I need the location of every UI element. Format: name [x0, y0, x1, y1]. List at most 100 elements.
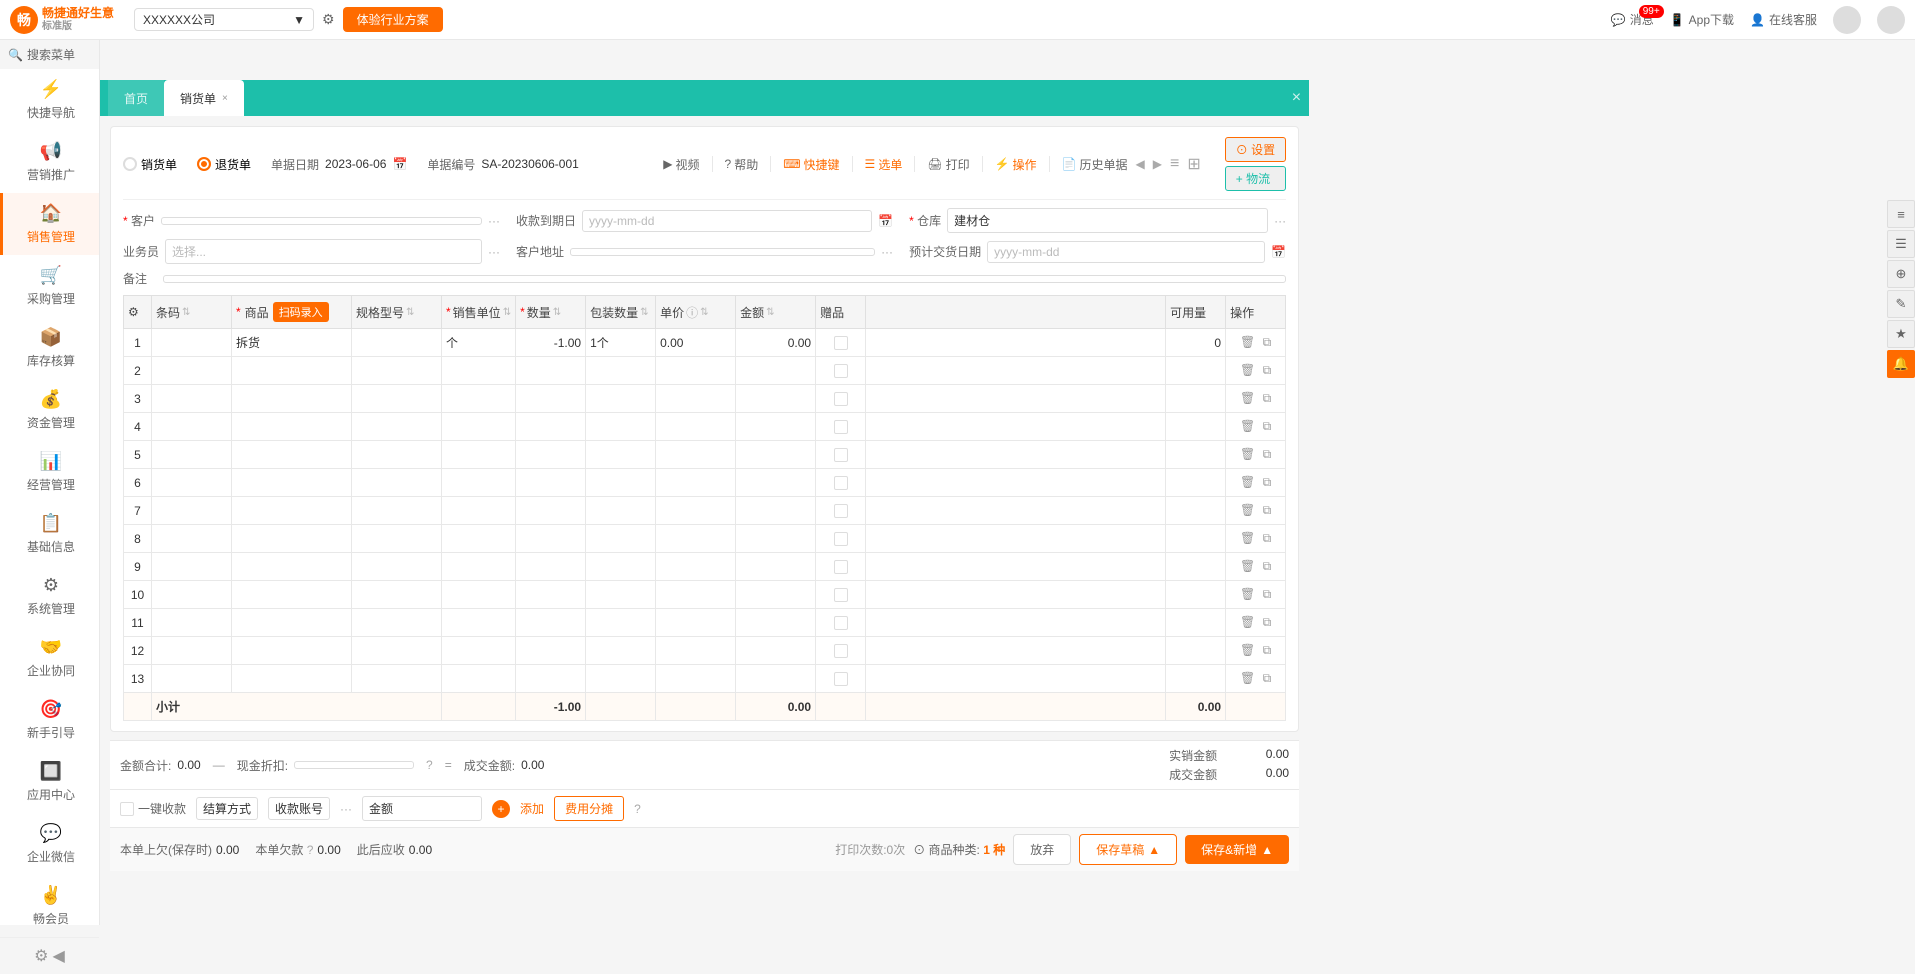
- row-spec[interactable]: [352, 665, 442, 693]
- sidebar-settings-icon[interactable]: ⚙: [34, 946, 48, 966]
- row-unit[interactable]: [442, 413, 516, 441]
- delete-icon[interactable]: 🗑: [1240, 475, 1255, 489]
- gift-checkbox[interactable]: [834, 588, 848, 602]
- print-btn[interactable]: 🖨 打印: [927, 156, 969, 173]
- row-unit[interactable]: [442, 469, 516, 497]
- unit-sort-icon[interactable]: ⇅: [503, 307, 511, 318]
- rp-btn-2[interactable]: ☰: [1887, 230, 1915, 258]
- row-unit[interactable]: [442, 581, 516, 609]
- flow-button[interactable]: + 物流: [1225, 166, 1286, 191]
- discount-input[interactable]: [294, 761, 414, 769]
- rp-btn-1[interactable]: ≡: [1887, 200, 1915, 228]
- row-qty[interactable]: [516, 665, 586, 693]
- sidebar-item-operations[interactable]: 📊 经营管理: [0, 441, 99, 503]
- row-pkg[interactable]: [586, 357, 656, 385]
- row-product[interactable]: [232, 385, 352, 413]
- row-product[interactable]: [232, 497, 352, 525]
- row-product[interactable]: [232, 441, 352, 469]
- tab-home[interactable]: 首页: [108, 80, 164, 116]
- row-amount[interactable]: [736, 553, 816, 581]
- rp-btn-6[interactable]: 🔔: [1887, 350, 1915, 378]
- row-barcode[interactable]: [152, 553, 232, 581]
- expense-split-btn[interactable]: 费用分摊: [554, 796, 624, 821]
- row-pkg[interactable]: [586, 469, 656, 497]
- one-click-pay-checkbox[interactable]: 一键收款: [120, 800, 186, 817]
- row-qty[interactable]: [516, 553, 586, 581]
- row-barcode[interactable]: [152, 385, 232, 413]
- shortcut-btn[interactable]: ⌨ 快捷键: [783, 156, 839, 173]
- gift-checkbox[interactable]: [834, 532, 848, 546]
- row-unit[interactable]: [442, 525, 516, 553]
- row-price[interactable]: [656, 357, 736, 385]
- tab-close-icon[interactable]: ×: [222, 93, 228, 104]
- salesperson-more-icon[interactable]: ···: [488, 245, 500, 259]
- gift-checkbox[interactable]: [834, 672, 848, 686]
- row-gift[interactable]: [816, 385, 866, 413]
- row-unit[interactable]: [442, 441, 516, 469]
- due-date-input[interactable]: yyyy-mm-dd: [582, 210, 872, 232]
- row-product[interactable]: [232, 665, 352, 693]
- price-sort-icon[interactable]: ⇅: [700, 307, 708, 318]
- copy-icon[interactable]: ⧉: [1263, 559, 1272, 573]
- row-gift[interactable]: [816, 469, 866, 497]
- row-pkg[interactable]: [586, 637, 656, 665]
- row-qty[interactable]: [516, 357, 586, 385]
- row-gift[interactable]: [816, 609, 866, 637]
- delete-icon[interactable]: 🗑: [1240, 587, 1255, 601]
- row-pkg[interactable]: [586, 553, 656, 581]
- copy-icon[interactable]: ⧉: [1263, 587, 1272, 601]
- gear-icon[interactable]: ⚙: [322, 11, 335, 28]
- gift-checkbox[interactable]: [834, 644, 848, 658]
- row-gift[interactable]: [816, 329, 866, 357]
- gift-checkbox[interactable]: [834, 336, 848, 350]
- row-gift[interactable]: [816, 357, 866, 385]
- remark-input[interactable]: [163, 275, 1286, 283]
- delete-icon[interactable]: 🗑: [1240, 335, 1255, 349]
- pkg-sort-icon[interactable]: ⇅: [640, 307, 648, 318]
- tab-bar-close-icon[interactable]: ×: [1292, 89, 1301, 107]
- delete-icon[interactable]: 🗑: [1240, 559, 1255, 573]
- copy-icon[interactable]: ⧉: [1263, 615, 1272, 629]
- gift-checkbox[interactable]: [834, 448, 848, 462]
- row-qty[interactable]: [516, 441, 586, 469]
- row-product[interactable]: [232, 553, 352, 581]
- row-pkg[interactable]: [586, 609, 656, 637]
- online-service-btn[interactable]: 👤 在线客服: [1750, 11, 1817, 28]
- rp-btn-4[interactable]: ✎: [1887, 290, 1915, 318]
- row-barcode[interactable]: [152, 469, 232, 497]
- due-date-calendar-icon[interactable]: 📅: [878, 214, 893, 228]
- row-product[interactable]: [232, 413, 352, 441]
- rp-btn-3[interactable]: ⊕: [1887, 260, 1915, 288]
- sidebar-item-basic[interactable]: 📋 基础信息: [0, 503, 99, 565]
- row-spec[interactable]: [352, 441, 442, 469]
- row-gift[interactable]: [816, 497, 866, 525]
- row-gift[interactable]: [816, 637, 866, 665]
- radio-sale[interactable]: 销货单: [123, 156, 177, 173]
- experience-btn[interactable]: 体验行业方案: [343, 7, 443, 32]
- row-spec[interactable]: [352, 525, 442, 553]
- row-pkg[interactable]: 1个: [586, 329, 656, 357]
- nav-prev-icon[interactable]: ◀: [1136, 157, 1145, 171]
- row-pkg[interactable]: [586, 665, 656, 693]
- row-qty[interactable]: [516, 469, 586, 497]
- address-input[interactable]: [570, 248, 875, 256]
- sidebar-collapse-icon[interactable]: ◀: [53, 946, 65, 966]
- discard-btn[interactable]: 放弃: [1013, 834, 1071, 865]
- row-pkg[interactable]: [586, 441, 656, 469]
- row-amount[interactable]: [736, 413, 816, 441]
- row-pkg[interactable]: [586, 497, 656, 525]
- tab-sale-order[interactable]: 销货单 ×: [164, 80, 244, 116]
- row-barcode[interactable]: [152, 609, 232, 637]
- qty-sort-icon[interactable]: ⇅: [553, 307, 561, 318]
- copy-icon[interactable]: ⧉: [1263, 671, 1272, 685]
- total-due-info-icon[interactable]: ?: [307, 843, 314, 857]
- delete-icon[interactable]: 🗑: [1240, 447, 1255, 461]
- row-unit[interactable]: [442, 609, 516, 637]
- row-spec[interactable]: [352, 357, 442, 385]
- row-unit[interactable]: [442, 637, 516, 665]
- row-spec[interactable]: [352, 385, 442, 413]
- row-amount[interactable]: 0.00: [736, 329, 816, 357]
- sidebar-item-vip[interactable]: ✌ 畅会员: [0, 875, 99, 937]
- row-amount[interactable]: [736, 385, 816, 413]
- account-select[interactable]: 收款账号: [268, 797, 330, 820]
